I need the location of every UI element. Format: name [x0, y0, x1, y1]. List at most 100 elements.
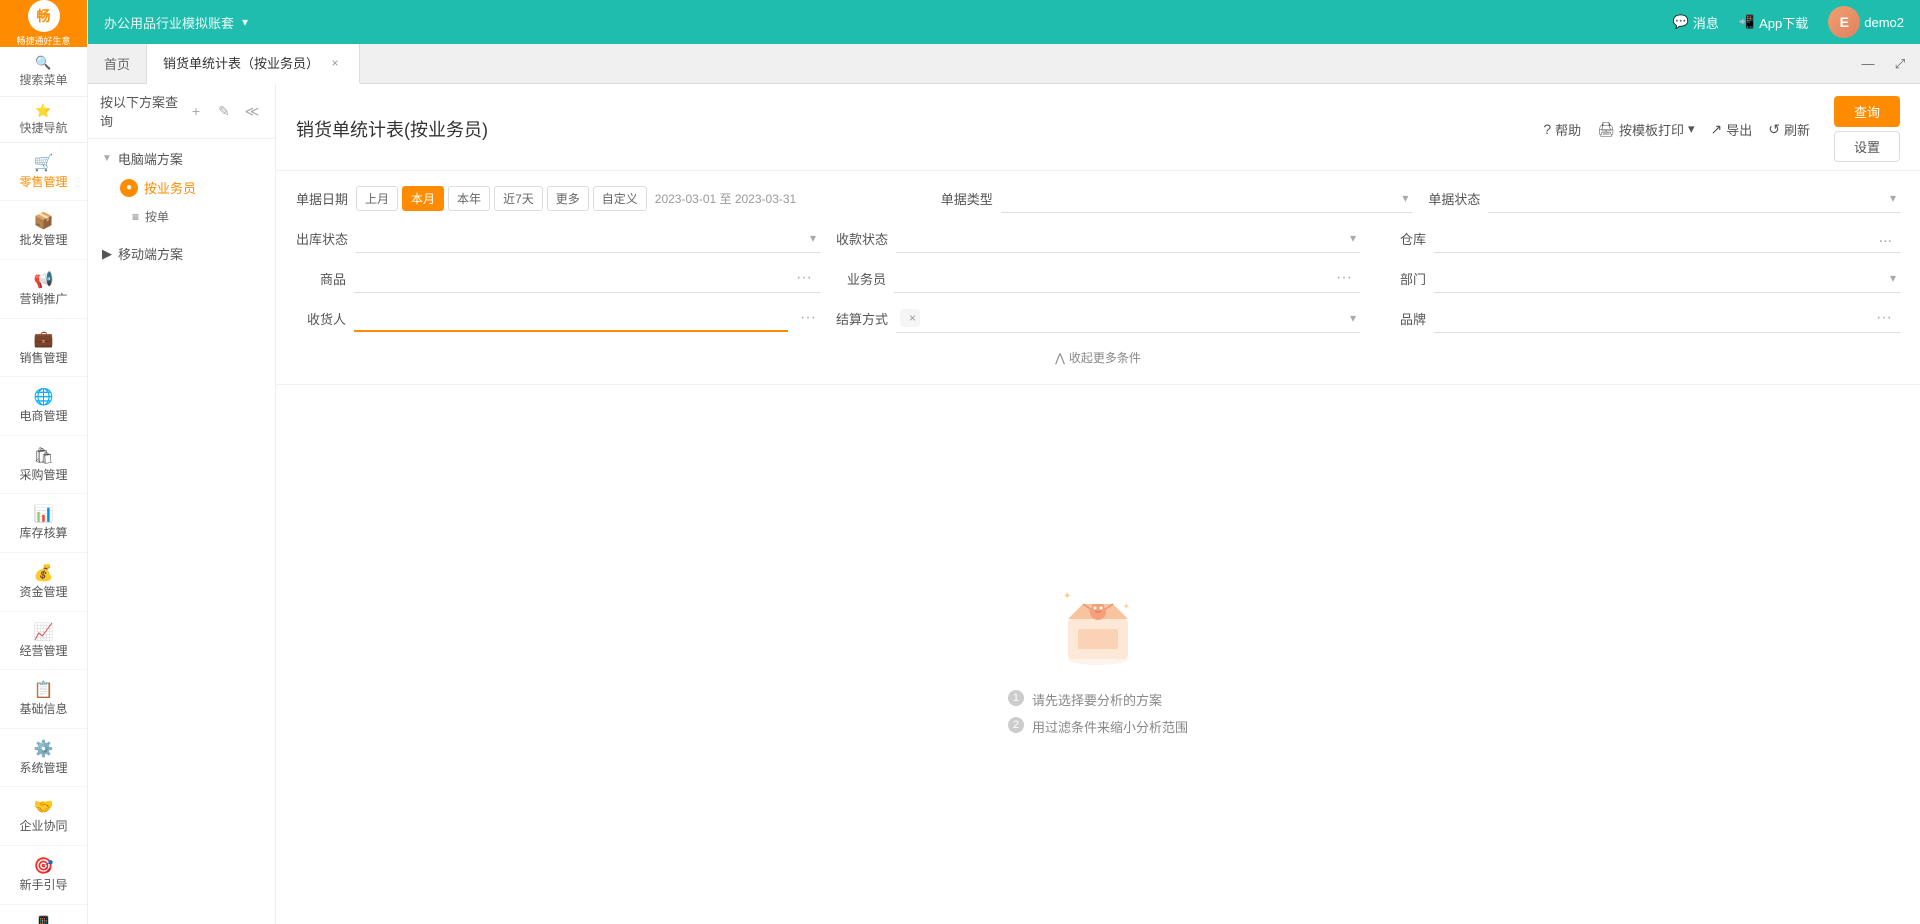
mobile-scheme-label: 移动端方案 — [118, 244, 183, 263]
scheme-item-by-order[interactable]: ≡ 按单 — [96, 203, 267, 230]
date-btn-7days[interactable]: 近7天 — [494, 186, 543, 211]
refresh-button[interactable]: ↺ 刷新 — [1768, 120, 1810, 139]
app-logo[interactable]: 畅 畅捷通好生意 — [0, 0, 88, 47]
date-btn-custom[interactable]: 自定义 — [593, 186, 647, 211]
tab-sales-stat[interactable]: 销货单统计表（按业务员） × — [147, 44, 360, 84]
export-button[interactable]: ↗ 导出 — [1710, 120, 1752, 139]
doc-type-select[interactable] — [1001, 183, 1413, 212]
tab-home[interactable]: 首页 — [88, 44, 147, 84]
marketing-label: 营销推广 — [19, 292, 67, 308]
scheme-item-by-salesperson[interactable]: ● 按业务员 — [96, 172, 267, 203]
sidebar-item-finance[interactable]: 💰 资金管理 — [0, 553, 87, 612]
empty-tips: 1 请先选择要分析的方案 2 用过滤条件来缩小分析范围 — [1008, 690, 1188, 736]
settings-button[interactable]: 设置 — [1834, 131, 1900, 162]
department-select[interactable] — [1434, 263, 1900, 292]
product-dots-button[interactable]: ··· — [792, 269, 816, 287]
date-btn-thisyear[interactable]: 本年 — [448, 186, 490, 211]
appcenter-icon: 📱 — [34, 915, 54, 924]
filter-product: 商品 ··· — [296, 263, 820, 293]
wholesale-icon: 📦 — [34, 211, 54, 231]
tab-home-label: 首页 — [104, 54, 130, 73]
tab-bar: 首页 销货单统计表（按业务员） × — ⤢ — [88, 44, 1920, 84]
sidebar-item-basic[interactable]: 📋 基础信息 — [0, 670, 87, 729]
sidebar-item-sales[interactable]: 💼 销售管理 — [0, 319, 87, 378]
message-button[interactable]: 💬 消息 — [1673, 13, 1719, 32]
basic-icon: 📋 — [34, 680, 54, 700]
template-print-button[interactable]: 🖨 按模板打印 ▾ — [1597, 120, 1694, 139]
receiver-dots-button[interactable]: ··· — [796, 309, 820, 327]
mobile-scheme-group-title[interactable]: ▶ 移动端方案 — [96, 240, 267, 267]
out-status-label: 出库状态 — [296, 229, 348, 248]
payment-clear-button[interactable]: × — [909, 311, 916, 325]
collect-status-label: 收款状态 — [836, 229, 888, 248]
quick-nav-label: 快捷导航 — [19, 119, 67, 136]
header-subtitle: 办公用品行业模拟账套 — [104, 13, 234, 32]
filter-department: 部门 ▾ — [1376, 263, 1900, 293]
payment-clear-tag[interactable]: × — [900, 309, 920, 327]
export-label: 导出 — [1726, 120, 1752, 139]
sidebar-item-appcenter[interactable]: 📱 应用中心 — [0, 905, 87, 924]
filter-out-status: 出库状态 ▾ — [296, 223, 820, 253]
empty-illustration: ✦ ✦ — [1048, 574, 1148, 674]
sidebar-item-marketing[interactable]: 📢 营销推广 — [0, 260, 87, 319]
top-header-right: 💬 消息 📲 App下载 E demo2 — [1673, 6, 1904, 38]
receiver-input[interactable] — [354, 304, 788, 332]
help-button[interactable]: ? 帮助 — [1543, 120, 1581, 139]
date-btn-thismonth[interactable]: 本月 — [402, 186, 444, 211]
sidebar-item-system[interactable]: ⚙️ 系统管理 — [0, 729, 87, 788]
add-scheme-button[interactable]: + — [185, 100, 207, 122]
date-range-display: 2023-03-01 至 2023-03-31 — [655, 190, 796, 207]
sidebar-item-cooperation[interactable]: 🤝 企业协同 — [0, 787, 87, 846]
tab-maximize-button[interactable]: ⤢ — [1888, 52, 1912, 76]
scheme-query-label: 按以下方案查询 — [100, 92, 185, 130]
svg-text:✦: ✦ — [1123, 602, 1130, 611]
date-btn-more[interactable]: 更多 — [547, 186, 589, 211]
sidebar-item-retail[interactable]: 🛒 零售管理 — [0, 143, 87, 202]
purchase-icon: 🛍 — [33, 446, 53, 466]
product-label: 商品 — [296, 269, 346, 288]
print-dropdown-icon[interactable]: ▾ — [1688, 121, 1695, 137]
app-download-button[interactable]: 📲 App下载 — [1739, 13, 1808, 32]
tab-close-icon[interactable]: × — [327, 55, 343, 71]
sidebar-item-wholesale[interactable]: 📦 批发管理 — [0, 201, 87, 260]
edit-scheme-button[interactable]: ✎ — [213, 100, 235, 122]
doc-type-select-wrapper: ▾ — [1001, 183, 1413, 213]
warehouse-label: 仓库 — [1376, 229, 1426, 248]
department-select-wrapper: ▾ — [1434, 263, 1900, 293]
user-menu[interactable]: E demo2 — [1828, 6, 1904, 38]
wholesale-label: 批发管理 — [19, 233, 67, 249]
warehouse-dots-button[interactable]: ... — [1875, 229, 1896, 247]
tab-sales-stat-label: 销货单统计表（按业务员） — [163, 53, 319, 72]
message-icon: 💬 — [1673, 14, 1689, 30]
pc-scheme-group-title[interactable]: ▼ 电脑端方案 — [96, 145, 267, 172]
header-dropdown-icon[interactable]: ▾ — [242, 15, 248, 29]
search-nav-item[interactable]: 🔍 搜索菜单 — [0, 47, 87, 97]
sidebar-item-purchase[interactable]: 🛍 采购管理 — [0, 436, 87, 495]
sidebar-item-ecommerce[interactable]: 🌐 电商管理 — [0, 377, 87, 436]
doc-status-select[interactable] — [1488, 183, 1900, 212]
collapse-panel-button[interactable]: ≪ — [241, 100, 263, 122]
page-title-bar: 销货单统计表(按业务员) ? 帮助 🖨 按模板打印 ▾ ↗ 导出 — [276, 84, 1920, 171]
payment-dropdown-icon[interactable]: ▾ — [1350, 311, 1356, 325]
query-button[interactable]: 查询 — [1834, 96, 1900, 127]
date-btn-lastmonth[interactable]: 上月 — [356, 186, 398, 211]
filter-row-2: 出库状态 ▾ 收款状态 — [296, 223, 1900, 253]
tip-num-1: 1 — [1008, 690, 1024, 706]
filter-receiver: 收货人 ··· — [296, 304, 820, 332]
user-label: demo2 — [1864, 15, 1904, 30]
page-body: 按以下方案查询 + ✎ ≪ ▼ 电脑端方案 ● 按业务员 ≡ 按 — [88, 84, 1920, 924]
sidebar-item-newguide[interactable]: 🎯 新手引导 — [0, 846, 87, 905]
tab-minimize-button[interactable]: — — [1856, 52, 1880, 76]
brand-dots-button[interactable]: ··· — [1872, 309, 1896, 327]
sidebar-item-operation[interactable]: 📈 经营管理 — [0, 612, 87, 671]
quick-nav-item[interactable]: ⭐ 快捷导航 — [0, 97, 87, 143]
left-panel: 按以下方案查询 + ✎ ≪ ▼ 电脑端方案 ● 按业务员 ≡ 按 — [88, 84, 276, 924]
main-area: 办公用品行业模拟账套 ▾ 💬 消息 📲 App下载 E demo2 首页 销货单… — [88, 0, 1920, 924]
top-header-left: 办公用品行业模拟账套 ▾ — [104, 13, 248, 32]
collapse-filter-button[interactable]: ⋀ 收起更多条件 — [296, 343, 1900, 372]
salesperson-dots-button[interactable]: ··· — [1332, 269, 1356, 287]
collect-status-select[interactable] — [896, 223, 1360, 252]
sidebar-item-inventory[interactable]: 📊 库存核算 — [0, 494, 87, 553]
out-status-select[interactable] — [356, 223, 820, 252]
doc-status-select-wrapper: ▾ — [1488, 183, 1900, 213]
